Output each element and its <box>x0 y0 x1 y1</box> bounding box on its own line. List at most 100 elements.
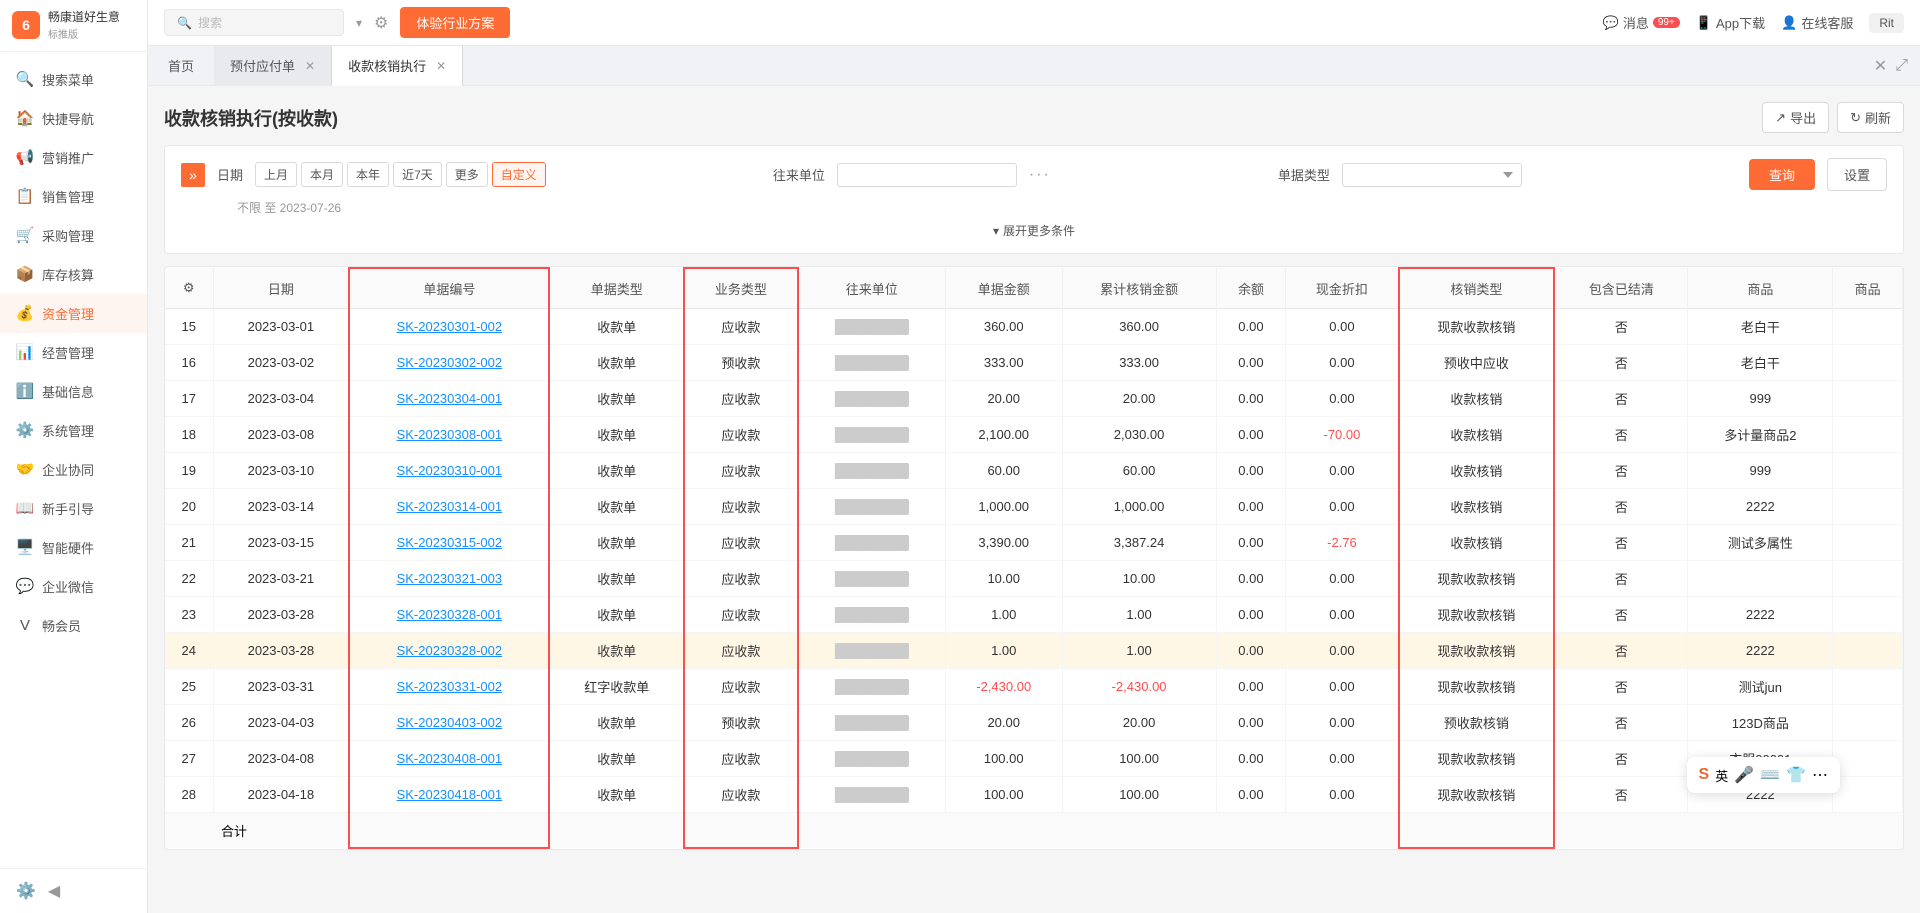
cell-10: 现款收款核销 <box>1399 777 1555 813</box>
sidebar-item-guide[interactable]: 📖 新手引导 <box>0 489 147 528</box>
sidebar-item-basic[interactable]: ℹ️ 基础信息 <box>0 372 147 411</box>
filter-expand-more-button[interactable]: ▾ 展开更多条件 <box>993 222 1075 239</box>
cell-4: 应收款 <box>684 741 798 777</box>
filter-date-custom[interactable]: 自定义 <box>492 162 546 187</box>
cell-6: 360.00 <box>945 309 1062 345</box>
cell-2[interactable]: SK-20230304-001 <box>349 381 549 417</box>
cell-2[interactable]: SK-20230315-002 <box>349 525 549 561</box>
settings-icon[interactable]: ⚙️ <box>16 881 36 901</box>
cell-3: 收款单 <box>549 345 684 381</box>
sidebar-item-finance[interactable]: 💰 资金管理 <box>0 294 147 333</box>
table-row[interactable]: 212023-03-15SK-20230315-002收款单应收款███████… <box>165 525 1903 561</box>
table-row[interactable]: 162023-03-02SK-20230302-002收款单预收款███████… <box>165 345 1903 381</box>
maximize-icon[interactable]: ⤢ <box>1895 57 1908 75</box>
filter-date-7days[interactable]: 近7天 <box>393 162 442 187</box>
solution-button[interactable]: 体验行业方案 <box>400 7 510 38</box>
tab-receipt-close[interactable]: ✕ <box>436 59 446 73</box>
sidebar-item-purchase[interactable]: 🛒 采购管理 <box>0 216 147 255</box>
filter-settings-button[interactable]: 设置 <box>1827 158 1887 191</box>
sidebar-menu: 🔍 搜索菜单 🏠 快捷导航 📢 营销推广 📋 销售管理 🛒 采购管理 📦 库存核… <box>0 52 147 868</box>
footer-cell-0 <box>165 813 213 849</box>
cell-2[interactable]: SK-20230308-001 <box>349 417 549 453</box>
cell-2[interactable]: SK-20230403-002 <box>349 705 549 741</box>
sidebar-item-marketing[interactable]: 📢 营销推广 <box>0 138 147 177</box>
service-action[interactable]: 👤 在线客服 <box>1781 13 1853 32</box>
sidebar-item-quick-nav[interactable]: 🏠 快捷导航 <box>0 99 147 138</box>
collapse-icon[interactable]: ◀ <box>48 881 60 901</box>
cell-13 <box>1833 561 1903 597</box>
keyboard-icon[interactable]: ⌨️ <box>1760 765 1780 785</box>
cell-2[interactable]: SK-20230301-002 <box>349 309 549 345</box>
sidebar-item-business[interactable]: 📊 经营管理 <box>0 333 147 372</box>
app-download-action[interactable]: 📱 App下载 <box>1696 13 1765 32</box>
table-row[interactable]: 172023-03-04SK-20230304-001收款单应收款███████… <box>165 381 1903 417</box>
sidebar-item-enterprise[interactable]: 🤝 企业协同 <box>0 450 147 489</box>
filter-date-this-month[interactable]: 本月 <box>301 162 343 187</box>
cell-8: 0.00 <box>1216 597 1286 633</box>
tab-home[interactable]: 首页 <box>148 56 214 75</box>
filter-partner-input[interactable] <box>837 163 1017 187</box>
cell-2[interactable]: SK-20230418-001 <box>349 777 549 813</box>
close-window-icon[interactable]: ✕ <box>1874 56 1887 76</box>
table-row[interactable]: 202023-03-14SK-20230314-001收款单应收款███████… <box>165 489 1903 525</box>
cell-13 <box>1833 741 1903 777</box>
sidebar-item-hardware[interactable]: 🖥️ 智能硬件 <box>0 528 147 567</box>
filter-expand-button[interactable]: » <box>181 163 205 187</box>
cell-2[interactable]: SK-20230310-001 <box>349 453 549 489</box>
cell-2[interactable]: SK-20230408-001 <box>349 741 549 777</box>
table-row[interactable]: 242023-03-28SK-20230328-002收款单应收款███████… <box>165 633 1903 669</box>
cell-0: 19 <box>165 453 213 489</box>
footer-cell-12 <box>1688 813 1833 849</box>
cell-2[interactable]: SK-20230302-002 <box>349 345 549 381</box>
table-row[interactable]: 222023-03-21SK-20230321-003收款单应收款███████… <box>165 561 1903 597</box>
cell-12: 2222 <box>1688 597 1833 633</box>
sidebar-item-search[interactable]: 🔍 搜索菜单 <box>0 60 147 99</box>
filter-bill-type-select[interactable] <box>1342 163 1522 187</box>
table-container[interactable]: ⚙日期单据编号单据类型业务类型往来单位单据金额累计核销金额余额现金折扣核销类型包… <box>164 266 1904 850</box>
cell-2[interactable]: SK-20230321-003 <box>349 561 549 597</box>
sidebar-item-wechat[interactable]: 💬 企业微信 <box>0 567 147 606</box>
sidebar-item-system[interactable]: ⚙️ 系统管理 <box>0 411 147 450</box>
table-row[interactable]: 272023-04-08SK-20230408-001收款单应收款███████… <box>165 741 1903 777</box>
topbar-search[interactable]: 🔍 搜索 <box>164 9 344 36</box>
cell-2[interactable]: SK-20230328-002 <box>349 633 549 669</box>
export-button[interactable]: ↗ 导出 <box>1762 102 1829 133</box>
refresh-button[interactable]: ↻ 刷新 <box>1837 102 1904 133</box>
sidebar-item-sales[interactable]: 📋 销售管理 <box>0 177 147 216</box>
filter-date-last-month[interactable]: 上月 <box>255 162 297 187</box>
shirt-icon[interactable]: 👕 <box>1786 765 1806 785</box>
table-row[interactable]: 192023-03-10SK-20230310-001收款单应收款███████… <box>165 453 1903 489</box>
th-date: 日期 <box>213 268 349 309</box>
cell-13 <box>1833 345 1903 381</box>
table-row[interactable]: 232023-03-28SK-20230328-001收款单应收款███████… <box>165 597 1903 633</box>
topbar-gear-icon[interactable]: ⚙ <box>374 13 388 33</box>
table-row[interactable]: 252023-03-31SK-20230331-002红字收款单应收款█████… <box>165 669 1903 705</box>
tab-prepay-close[interactable]: ✕ <box>305 59 315 73</box>
user-menu[interactable]: Rit <box>1869 13 1904 33</box>
wechat-icon: 💬 <box>16 577 34 595</box>
cell-12: 999 <box>1688 381 1833 417</box>
purchase-icon: 🛒 <box>16 226 34 244</box>
cell-2[interactable]: SK-20230331-002 <box>349 669 549 705</box>
cell-0: 16 <box>165 345 213 381</box>
sidebar-item-member[interactable]: V 畅会员 <box>0 606 147 645</box>
cell-2[interactable]: SK-20230314-001 <box>349 489 549 525</box>
table-row[interactable]: 282023-04-18SK-20230418-001收款单应收款███████… <box>165 777 1903 813</box>
cell-4: 应收款 <box>684 309 798 345</box>
tab-receipt[interactable]: 收款核销执行 ✕ <box>332 46 463 86</box>
table-row[interactable]: 182023-03-08SK-20230308-001收款单应收款███████… <box>165 417 1903 453</box>
sidebar-item-inventory[interactable]: 📦 库存核算 <box>0 255 147 294</box>
th-bill_no: 单据编号 <box>349 268 549 309</box>
more-icon[interactable]: ⋯ <box>1812 765 1828 785</box>
filter-partner-dots[interactable]: ··· <box>1029 166 1051 184</box>
tab-prepay[interactable]: 预付应付单 ✕ <box>214 46 332 86</box>
filter-query-button[interactable]: 查询 <box>1749 159 1815 190</box>
messages-action[interactable]: 💬 消息 99+ <box>1603 13 1680 32</box>
cell-1: 2023-03-21 <box>213 561 349 597</box>
mic-icon[interactable]: 🎤 <box>1734 765 1754 785</box>
table-row[interactable]: 262023-04-03SK-20230403-002收款单预收款███████… <box>165 705 1903 741</box>
cell-2[interactable]: SK-20230328-001 <box>349 597 549 633</box>
filter-date-more[interactable]: 更多 <box>446 162 488 187</box>
filter-date-this-year[interactable]: 本年 <box>347 162 389 187</box>
table-row[interactable]: 152023-03-01SK-20230301-002收款单应收款███████… <box>165 309 1903 345</box>
